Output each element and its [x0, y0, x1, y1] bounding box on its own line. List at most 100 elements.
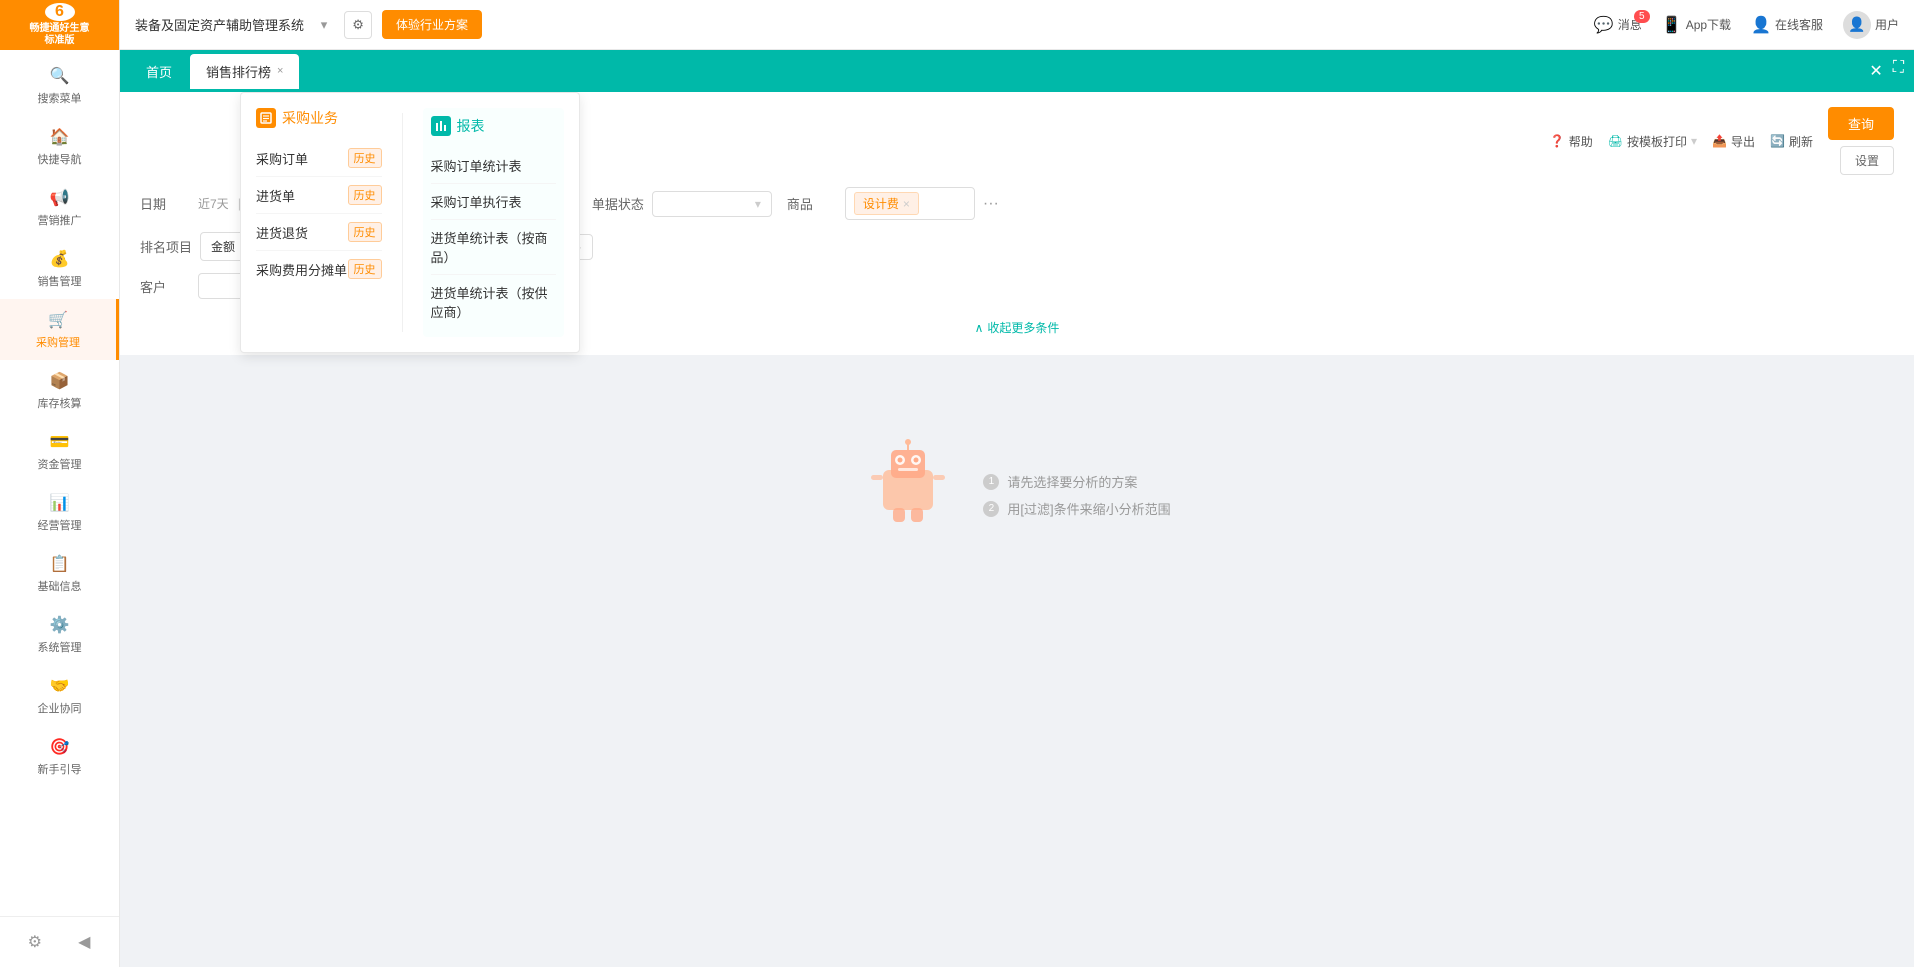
sidebar-collapse-btn[interactable]: ◀: [69, 927, 99, 957]
message-btn[interactable]: 💬 消息 5: [1594, 15, 1642, 35]
sales-icon: 💰: [49, 248, 71, 270]
purchase-business-section: 采购业务 采购订单 历史 进货单 历史 进货退货 历史 采购费用分摊单 历史: [256, 108, 382, 337]
export-btn[interactable]: 📤 导出: [1712, 133, 1755, 150]
header-left: 装备及固定资产辅助管理系统 ▾ ⚙ 体验行业方案: [135, 10, 482, 39]
logo-icon: 6: [45, 3, 75, 21]
system-dropdown-btn[interactable]: ▾: [314, 15, 334, 35]
online-service-btn[interactable]: 👤 在线客服: [1751, 15, 1823, 35]
goods-tag-close[interactable]: ×: [903, 197, 910, 211]
tab-sales-ranking[interactable]: 销售排行榜 ×: [190, 54, 299, 89]
message-icon: 💬: [1594, 15, 1614, 35]
tab-bar-close-btn[interactable]: ✕: [1867, 59, 1884, 83]
tab-home[interactable]: 首页: [130, 54, 188, 89]
guide-icon: 🎯: [49, 736, 71, 758]
finance-icon: 💳: [49, 431, 71, 453]
print-icon: 🖨: [1608, 134, 1623, 148]
menu-item-inbound-stats-supplier[interactable]: 进货单统计表（按供应商）: [431, 275, 557, 329]
sidebar-item-system[interactable]: ⚙️ 系统管理: [0, 604, 119, 665]
sidebar-item-quick-nav[interactable]: 🏠 快捷导航: [0, 116, 119, 177]
sidebar-item-sales[interactable]: 💰 销售管理: [0, 238, 119, 299]
industry-btn[interactable]: 体验行业方案: [382, 10, 482, 39]
help-btn[interactable]: ❓ 帮助: [1550, 133, 1593, 150]
empty-hint-1: 1 请先选择要分析的方案: [983, 472, 1170, 491]
goods-more-btn[interactable]: ···: [983, 195, 999, 213]
system-title: 装备及固定资产辅助管理系统: [135, 15, 304, 34]
status-field: 单据状态 ▾: [592, 191, 772, 217]
status-select[interactable]: ▾: [652, 191, 772, 217]
service-icon: 👤: [1751, 15, 1771, 35]
header-settings-btn[interactable]: ⚙: [344, 11, 372, 39]
history-badge-2: 历史: [348, 222, 382, 242]
sidebar-item-guide[interactable]: 🎯 新手引导: [0, 726, 119, 787]
sidebar-nav: 🔍 搜索菜单 🏠 快捷导航 📢 营销推广 💰 销售管理 🛒 采购管理 📦 库存核…: [0, 50, 119, 916]
tab-bar-right: ✕ ⛶: [1867, 59, 1904, 83]
chevron-up-icon: ∧: [975, 321, 984, 335]
goods-input[interactable]: 设计费 ×: [845, 187, 975, 220]
inventory-icon: 📦: [49, 370, 71, 392]
report-section-title: 报表: [431, 116, 557, 136]
header-right: 💬 消息 5 📱 App下载 👤 在线客服 👤 用户: [1594, 11, 1899, 39]
sidebar-footer: ⚙ ◀: [0, 916, 119, 967]
report-section-icon: [431, 116, 451, 136]
system-icon: ⚙️: [49, 614, 71, 636]
logo-text: 畅捷通好生意 标准版: [30, 23, 90, 47]
download-icon: 📱: [1662, 15, 1682, 35]
user-btn[interactable]: 👤 用户: [1843, 11, 1899, 39]
empty-illustration: [863, 435, 963, 535]
export-icon: 📤: [1712, 134, 1727, 148]
history-badge-0: 历史: [348, 148, 382, 168]
history-badge-1: 历史: [348, 185, 382, 205]
menu-item-purchase-order-exec[interactable]: 采购订单执行表: [431, 184, 557, 220]
menu-item-inbound-return[interactable]: 进货退货 历史: [256, 214, 382, 251]
refresh-btn[interactable]: 🔄 刷新: [1770, 133, 1813, 150]
empty-hints: 1 请先选择要分析的方案 2 用[过滤]条件来缩小分析范围: [983, 472, 1170, 518]
avatar: 👤: [1843, 11, 1871, 39]
main-content: 装备及固定资产辅助管理系统 ▾ ⚙ 体验行业方案 💬 消息 5 📱 App下载 …: [120, 0, 1914, 967]
dropdown-divider: [402, 113, 403, 332]
content-area: 采购业务 采购订单 历史 进货单 历史 进货退货 历史 采购费用分摊单 历史: [120, 92, 1914, 967]
menu-item-inbound[interactable]: 进货单 历史: [256, 177, 382, 214]
enterprise-icon: 🤝: [49, 675, 71, 697]
operations-icon: 📊: [49, 492, 71, 514]
goods-tag: 设计费 ×: [854, 192, 919, 215]
sidebar-item-basic[interactable]: 📋 基础信息: [0, 543, 119, 604]
empty-state: 1 请先选择要分析的方案 2 用[过滤]条件来缩小分析范围: [120, 355, 1914, 635]
menu-item-purchase-order-stats[interactable]: 采购订单统计表: [431, 148, 557, 184]
help-icon: ❓: [1550, 134, 1565, 148]
query-btn[interactable]: 查询: [1828, 107, 1894, 140]
settings-btn[interactable]: 设置: [1840, 146, 1894, 175]
sidebar-item-purchase[interactable]: 🛒 采购管理: [0, 299, 119, 360]
purchase-section-title: 采购业务: [256, 108, 382, 128]
marketing-icon: 📢: [49, 187, 71, 209]
sidebar-item-operations[interactable]: 📊 经营管理: [0, 482, 119, 543]
sidebar-settings-btn[interactable]: ⚙: [20, 927, 50, 957]
report-section: 报表 采购订单统计表 采购订单执行表 进货单统计表（按商品） 进货单统计表（按供…: [423, 108, 565, 337]
sidebar: 6 畅捷通好生意 标准版 🔍 搜索菜单 🏠 快捷导航 📢 营销推广 💰 销售管理…: [0, 0, 120, 967]
sidebar-item-search[interactable]: 🔍 搜索菜单: [0, 55, 119, 116]
goods-field: 商品 设计费 × ···: [787, 187, 999, 220]
menu-item-purchase-expense[interactable]: 采购费用分摊单 历史: [256, 251, 382, 287]
history-badge-3: 历史: [348, 259, 382, 279]
empty-hint-2: 2 用[过滤]条件来缩小分析范围: [983, 499, 1170, 518]
sidebar-item-finance[interactable]: 💳 资金管理: [0, 421, 119, 482]
sidebar-item-enterprise[interactable]: 🤝 企业协同: [0, 665, 119, 726]
home-icon: 🏠: [49, 126, 71, 148]
menu-item-purchase-order[interactable]: 采购订单 历史: [256, 140, 382, 177]
print-btn[interactable]: 🖨 按模板打印 ▾: [1608, 133, 1697, 150]
top-header: 装备及固定资产辅助管理系统 ▾ ⚙ 体验行业方案 💬 消息 5 📱 App下载 …: [120, 0, 1914, 50]
basic-icon: 📋: [49, 553, 71, 575]
menu-item-inbound-stats-goods[interactable]: 进货单统计表（按商品）: [431, 220, 557, 275]
sidebar-item-inventory[interactable]: 📦 库存核算: [0, 360, 119, 421]
app-download-btn[interactable]: 📱 App下载: [1662, 15, 1731, 35]
tab-expand-btn[interactable]: ⛶: [1893, 59, 1904, 83]
sidebar-item-marketing[interactable]: 📢 营销推广: [0, 177, 119, 238]
refresh-icon: 🔄: [1770, 134, 1785, 148]
app-logo: 6 畅捷通好生意 标准版: [0, 0, 119, 50]
purchase-section-icon: [256, 108, 276, 128]
tab-bar: 首页 销售排行榜 × ✕ ⛶: [120, 50, 1914, 92]
purchase-dropdown-menu: 采购业务 采购订单 历史 进货单 历史 进货退货 历史 采购费用分摊单 历史: [240, 92, 580, 353]
message-badge: 5: [1634, 10, 1650, 23]
search-icon: 🔍: [49, 65, 71, 87]
tab-close-btn[interactable]: ×: [277, 65, 283, 77]
purchase-icon: 🛒: [47, 309, 69, 331]
